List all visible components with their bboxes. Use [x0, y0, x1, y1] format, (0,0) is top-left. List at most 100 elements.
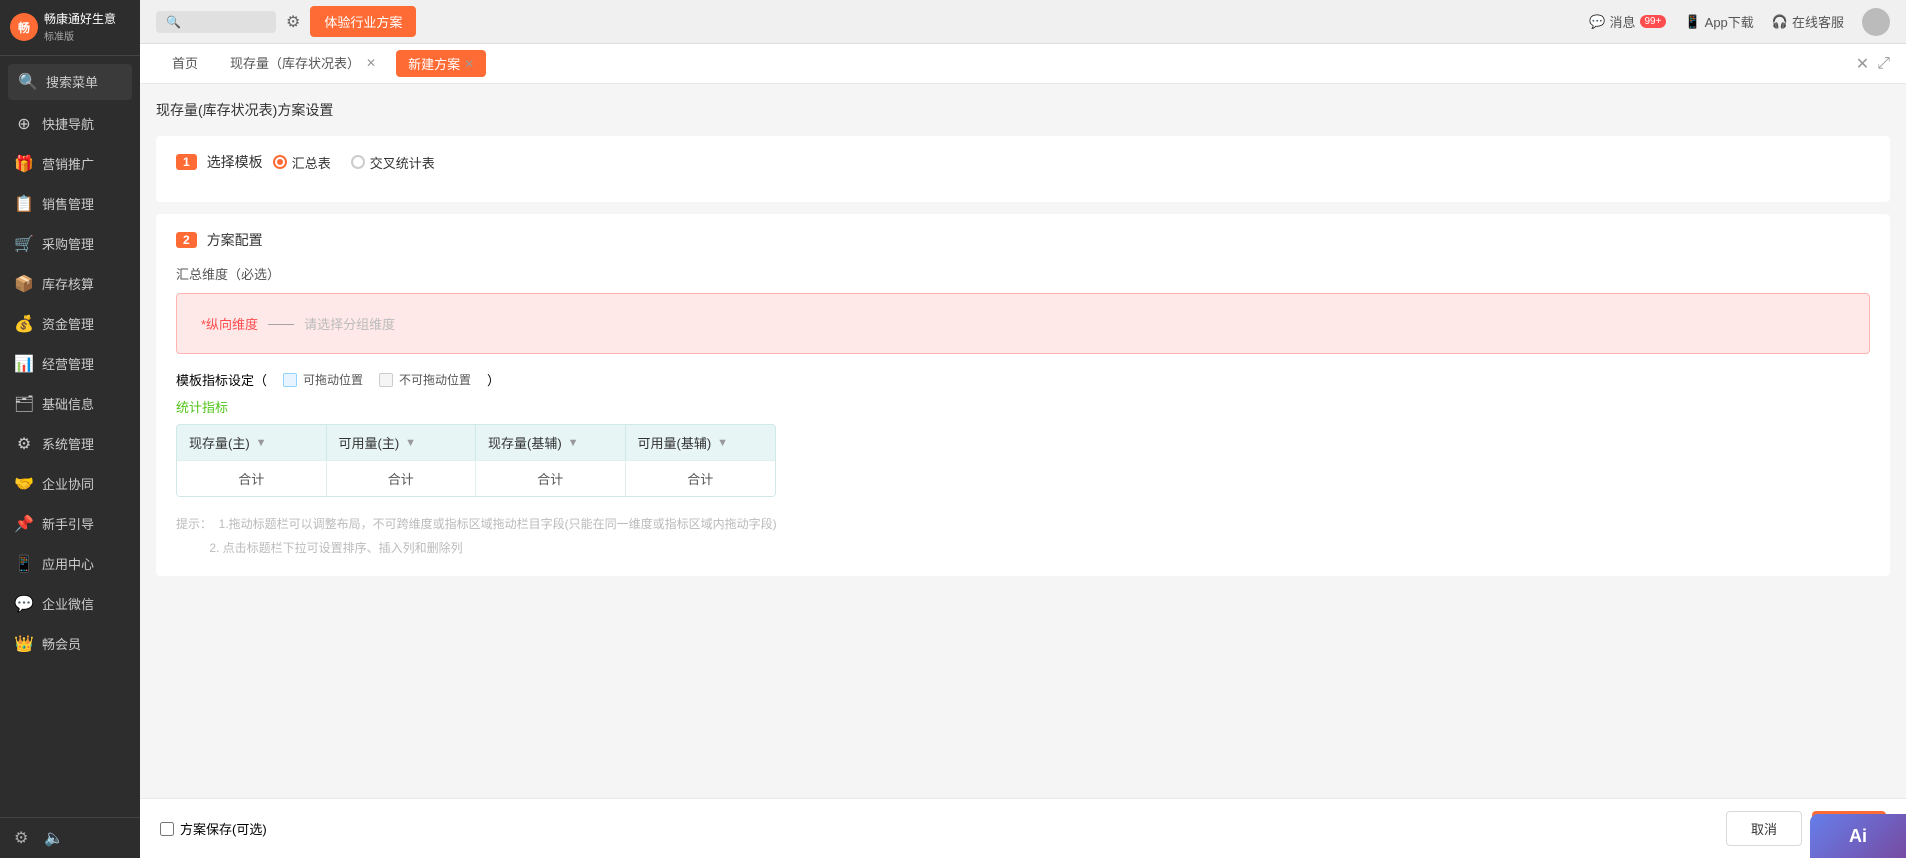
sidebar-item-marketing[interactable]: 🎁 营销推广	[0, 144, 140, 184]
radio-crosstab[interactable]: 交叉统计表	[351, 153, 435, 172]
sound-icon[interactable]: 🔈	[44, 828, 64, 848]
tips-section: 提示： 1.拖动标题栏可以调整布局，不可跨维度或指标区域拖动栏目字段(只能在同一…	[176, 512, 1870, 560]
sidebar-item-basic[interactable]: 🗂 基础信息	[0, 384, 140, 424]
save-checkbox[interactable]: 方案保存(可选)	[160, 819, 267, 838]
box-icon: 📦	[14, 274, 34, 294]
non-movable-toggle: 不可拖动位置	[379, 371, 471, 388]
sidebar-item-appcenter-label: 应用中心	[42, 554, 94, 573]
save-checkbox-input[interactable]	[160, 822, 174, 836]
non-movable-label: 不可拖动位置	[399, 371, 471, 388]
sidebar-item-shortcut-label: 快捷导航	[42, 114, 94, 133]
step1-badge: 1	[176, 154, 197, 170]
app-version: 标准版	[44, 28, 116, 43]
topbar-gear-icon[interactable]: ⚙	[286, 12, 300, 32]
step1-label: 选择模板	[207, 152, 263, 172]
sidebar-item-purchase-label: 采购管理	[42, 234, 94, 253]
radio-summary[interactable]: 汇总表	[273, 153, 331, 172]
tab-new-plan[interactable]: 新建方案 ✕	[396, 50, 486, 77]
sidebar-item-sales[interactable]: 📋 销售管理	[0, 184, 140, 224]
sidebar-item-newguide[interactable]: 📌 新手引导	[0, 504, 140, 544]
sidebar-item-purchase[interactable]: 🛒 采购管理	[0, 224, 140, 264]
app-download-item[interactable]: 📱 App下载	[1684, 12, 1753, 31]
messages-item[interactable]: 💬 消息 99+	[1589, 12, 1666, 31]
radio-crosstab-label: 交叉统计表	[370, 153, 435, 172]
col-present-aux[interactable]: 现存量(基辅) ▼	[476, 425, 626, 460]
messages-label: 消息	[1609, 12, 1635, 31]
sidebar-item-system[interactable]: ⚙ 系统管理	[0, 424, 140, 464]
col-present-main-arrow: ▼	[256, 437, 267, 449]
step2-section: 2 方案配置 汇总维度（必选） *纵向维度 —— 请选择分组维度 模板指标设定（…	[156, 214, 1890, 576]
sidebar-item-cooperation-label: 企业协同	[42, 474, 94, 493]
col-available-aux[interactable]: 可用量(基辅) ▼	[626, 425, 776, 460]
template-radio-group: 汇总表 交叉统计表	[273, 153, 435, 172]
stats-table-header: 现存量(主) ▼ 可用量(主) ▼ 现存量(基辅) ▼ 可用量(基辅) ▼	[177, 425, 775, 460]
app-name: 畅康通好生意	[44, 12, 116, 28]
sidebar-item-basic-label: 基础信息	[42, 394, 94, 413]
bottom-bar: 方案保存(可选) 取消 查询	[140, 798, 1906, 858]
ai-badge[interactable]: Ai	[1810, 814, 1906, 858]
sidebar-item-finance[interactable]: 💰 资金管理	[0, 304, 140, 344]
tab-home-label: 首页	[172, 53, 198, 72]
dimension-placeholder: 请选择分组维度	[304, 314, 395, 333]
sidebar-item-member[interactable]: 👑 畅会员	[0, 624, 140, 664]
cell-present-main-sub: 合计	[177, 461, 327, 496]
summary-dimension-label: 汇总维度（必选）	[176, 264, 1870, 283]
col-available-main[interactable]: 可用量(主) ▼	[327, 425, 477, 460]
trial-button[interactable]: 体验行业方案	[310, 6, 416, 37]
sidebar-item-appcenter[interactable]: 📱 应用中心	[0, 544, 140, 584]
tab-inventory-status[interactable]: 现存量（库存状况表） ✕	[214, 44, 392, 84]
home-icon: ⊕	[14, 114, 34, 134]
cancel-button[interactable]: 取消	[1726, 811, 1802, 846]
sidebar-footer: ⚙ 🔈	[0, 817, 140, 858]
indicators-config-label: 模板指标设定（	[176, 370, 267, 389]
handshake-icon: 🤝	[14, 474, 34, 494]
content-area: 现存量(库存状况表)方案设置 1 选择模板 汇总表 交叉统计表	[140, 84, 1906, 798]
tab-close-icon[interactable]: ✕	[1856, 54, 1869, 74]
settings-icon[interactable]: ⚙	[14, 828, 28, 848]
topbar-right: 💬 消息 99+ 📱 App下载 🎧 在线客服	[1589, 8, 1890, 36]
sidebar-item-operations[interactable]: 📊 经营管理	[0, 344, 140, 384]
user-avatar[interactable]	[1862, 8, 1890, 36]
online-service-item[interactable]: 🎧 在线客服	[1772, 12, 1844, 31]
money-icon: 💰	[14, 314, 34, 334]
col-available-aux-arrow: ▼	[717, 437, 728, 449]
sidebar-item-member-label: 畅会员	[42, 634, 81, 653]
col-present-main[interactable]: 现存量(主) ▼	[177, 425, 327, 460]
sales-icon: 📋	[14, 194, 34, 214]
tab-expand-icon[interactable]: ⤢	[1877, 55, 1890, 73]
mobile-icon: 📱	[14, 554, 34, 574]
tabs-bar: 首页 现存量（库存状况表） ✕ 新建方案 ✕ ✕ ⤢	[140, 44, 1906, 84]
stats-label: 统计指标	[176, 397, 1870, 416]
tab-new-label: 新建方案	[408, 54, 460, 73]
sidebar-item-inventory[interactable]: 📦 库存核算	[0, 264, 140, 304]
col-available-aux-label: 可用量(基辅)	[638, 433, 712, 452]
wechat-icon: 💬	[14, 594, 34, 614]
sidebar: 畅 畅康通好生意 标准版 🔍 搜索菜单 ⊕ 快捷导航 🎁 营销推广 📋 销售管理…	[0, 0, 140, 858]
dimension-box[interactable]: *纵向维度 —— 请选择分组维度	[176, 293, 1870, 354]
radio-crosstab-circle	[351, 155, 365, 169]
chart-icon: 📊	[14, 354, 34, 374]
messages-badge: 99+	[1640, 15, 1667, 28]
topbar-search[interactable]: 🔍	[156, 11, 276, 33]
sidebar-item-sales-label: 销售管理	[42, 194, 94, 213]
cell-present-aux-sub: 合计	[476, 461, 626, 496]
tab-new-close[interactable]: ✕	[464, 57, 474, 71]
tab-inventory-close[interactable]: ✕	[366, 56, 376, 70]
app-download-label: App下载	[1705, 12, 1754, 31]
tab-home[interactable]: 首页	[156, 44, 214, 84]
sidebar-item-cooperation[interactable]: 🤝 企业协同	[0, 464, 140, 504]
search-icon-top: 🔍	[166, 15, 181, 29]
cart-icon: 🛒	[14, 234, 34, 254]
sidebar-item-system-label: 系统管理	[42, 434, 94, 453]
cell-available-aux-sub: 合计	[626, 461, 776, 496]
movable-toggle: 可拖动位置	[283, 371, 363, 388]
sidebar-search[interactable]: 🔍 搜索菜单	[8, 64, 132, 100]
sidebar-item-shortcut[interactable]: ⊕ 快捷导航	[0, 104, 140, 144]
ai-badge-text: Ai	[1849, 826, 1867, 847]
sidebar-item-wechat[interactable]: 💬 企业微信	[0, 584, 140, 624]
stats-table: 现存量(主) ▼ 可用量(主) ▼ 现存量(基辅) ▼ 可用量(基辅) ▼	[176, 424, 776, 497]
headset-icon: 🎧	[1772, 14, 1788, 30]
sidebar-item-inventory-label: 库存核算	[42, 274, 94, 293]
indicators-config-row: 模板指标设定（ 可拖动位置 不可拖动位置 ）	[176, 370, 1870, 389]
tab-inventory-label: 现存量（库存状况表）	[230, 53, 360, 72]
